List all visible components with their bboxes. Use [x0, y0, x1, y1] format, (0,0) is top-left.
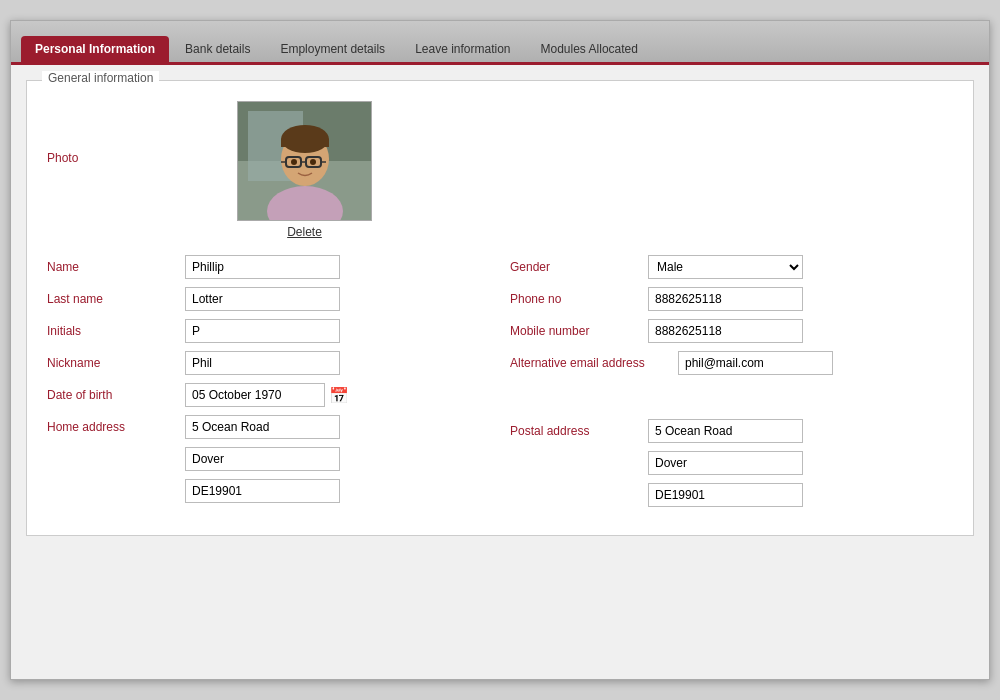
nickname-input[interactable] [185, 351, 340, 375]
phone-label: Phone no [510, 292, 640, 306]
dob-date-row: 📅 [185, 383, 349, 407]
postal-address2-input[interactable] [648, 451, 803, 475]
mobile-row: Mobile number [510, 319, 953, 343]
mobile-label: Mobile number [510, 324, 640, 338]
left-column: Name Last name Initials Ni [47, 255, 490, 515]
initials-input[interactable] [185, 319, 340, 343]
home-address2-row [47, 447, 490, 471]
general-info-section: General information Photo [26, 80, 974, 536]
postal-address3-input[interactable] [648, 483, 803, 507]
name-label: Name [47, 260, 177, 274]
phone-row: Phone no [510, 287, 953, 311]
postal-address-input[interactable] [648, 419, 803, 443]
name-row: Name [47, 255, 490, 279]
main-content: General information Photo [11, 65, 989, 679]
tab-bar: Personal InformationBank detailsEmployme… [11, 21, 989, 65]
home-address2-input[interactable] [185, 447, 340, 471]
dob-input[interactable] [185, 383, 325, 407]
lastname-label: Last name [47, 292, 177, 306]
tab-personal[interactable]: Personal Information [21, 36, 169, 62]
tab-employment[interactable]: Employment details [266, 36, 399, 62]
photo-container: Delete [237, 101, 372, 239]
alt-email-input[interactable] [678, 351, 833, 375]
phone-input[interactable] [648, 287, 803, 311]
tab-leave[interactable]: Leave information [401, 36, 524, 62]
section-title: General information [42, 71, 159, 85]
home-address-label: Home address [47, 420, 177, 434]
app-window: Personal InformationBank detailsEmployme… [10, 20, 990, 680]
gender-select[interactable]: Male Female Other [648, 255, 803, 279]
postal-address3-row [510, 483, 953, 507]
nickname-row: Nickname [47, 351, 490, 375]
gender-label: Gender [510, 260, 640, 274]
lastname-row: Last name [47, 287, 490, 311]
home-address3-input[interactable] [185, 479, 340, 503]
lastname-input[interactable] [185, 287, 340, 311]
photo-frame [237, 101, 372, 221]
svg-point-13 [291, 159, 297, 165]
calendar-icon[interactable]: 📅 [329, 385, 349, 405]
name-input[interactable] [185, 255, 340, 279]
alt-email-label: Alternative email address [510, 356, 670, 370]
svg-rect-7 [281, 139, 329, 147]
initials-label: Initials [47, 324, 177, 338]
gender-row: Gender Male Female Other [510, 255, 953, 279]
photo-label: Photo [47, 101, 237, 165]
photo-row: Photo [47, 101, 953, 239]
mobile-input[interactable] [648, 319, 803, 343]
nickname-label: Nickname [47, 356, 177, 370]
form-columns: Name Last name Initials Ni [47, 255, 953, 515]
alt-email-row: Alternative email address [510, 351, 953, 375]
postal-address-label: Postal address [510, 424, 640, 438]
photo-image [238, 101, 371, 221]
svg-point-14 [310, 159, 316, 165]
postal-address-row: Postal address [510, 419, 953, 443]
dob-row: Date of birth 📅 [47, 383, 490, 407]
spacer-row [510, 383, 953, 411]
tab-modules[interactable]: Modules Allocated [527, 36, 652, 62]
tab-bank[interactable]: Bank details [171, 36, 264, 62]
initials-row: Initials [47, 319, 490, 343]
postal-address2-row [510, 451, 953, 475]
dob-label: Date of birth [47, 388, 177, 402]
home-address-input[interactable] [185, 415, 340, 439]
right-column: Gender Male Female Other Phone no [510, 255, 953, 515]
delete-photo-link[interactable]: Delete [287, 225, 322, 239]
home-address-row: Home address [47, 415, 490, 439]
home-address3-row [47, 479, 490, 503]
